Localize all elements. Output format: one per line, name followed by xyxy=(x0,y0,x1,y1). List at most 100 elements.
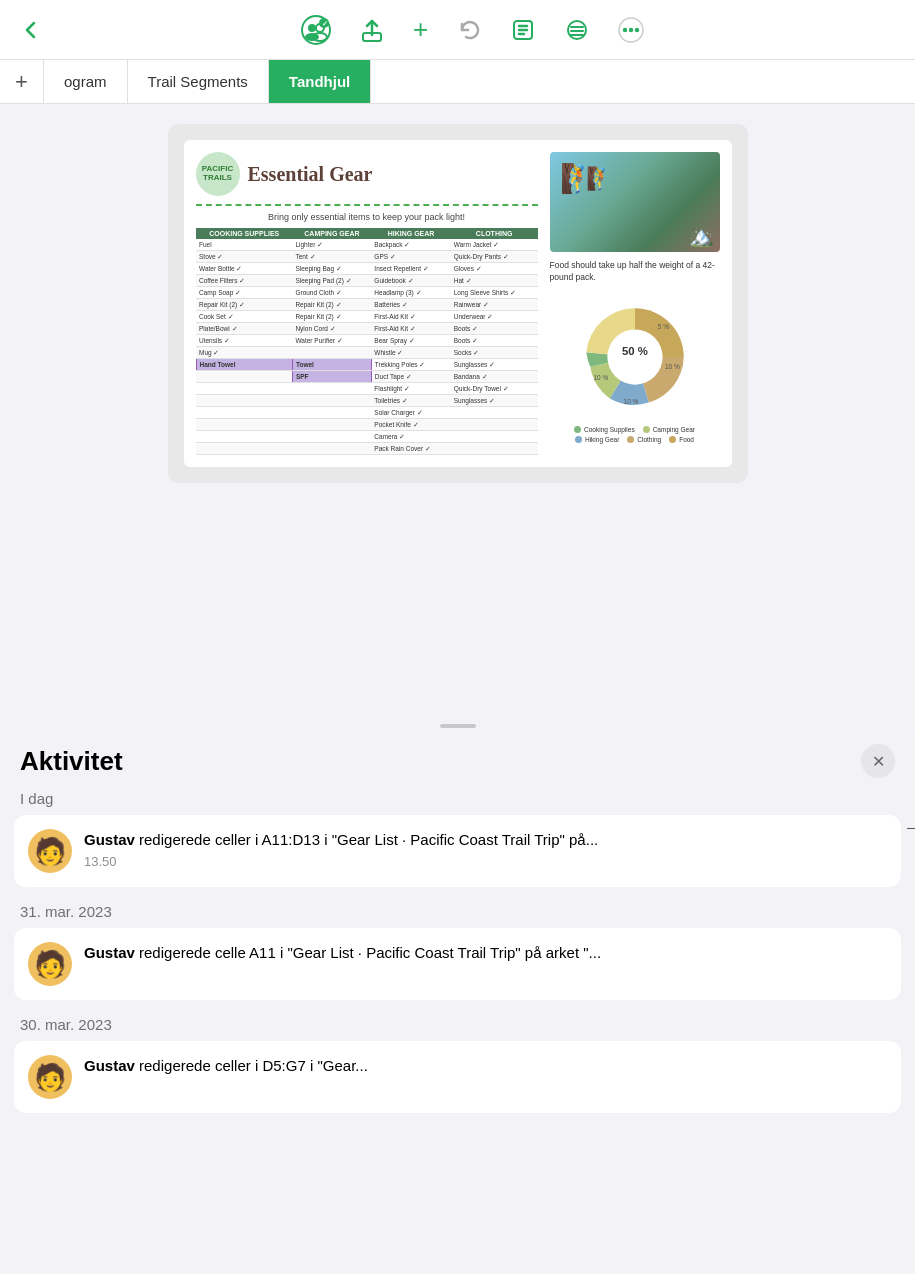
table-cell: Backpack ✓ xyxy=(371,239,450,251)
table-cell: Sleeping Bag ✓ xyxy=(292,263,371,275)
activity-text-1: Gustav redigerede celler i A11:D13 i "Ge… xyxy=(84,829,875,871)
table-cell: Water Purifier ✓ xyxy=(292,335,371,347)
search-button[interactable] xyxy=(560,13,594,47)
time-1: 13.50 xyxy=(84,853,875,871)
tab-tandhjul[interactable]: Tandhjul xyxy=(269,60,371,103)
user-3: Gustav xyxy=(84,1057,135,1074)
table-cell: Long Sleeve Shirts ✓ xyxy=(451,287,538,299)
table-cell xyxy=(292,443,371,455)
table-row: Camp Soap ✓Ground Cloth ✓Headlamp (3) ✓L… xyxy=(196,287,538,299)
table-cell: Toiletries ✓ xyxy=(371,395,450,407)
table-row: Pocket Knife ✓ xyxy=(196,419,538,431)
table-row: Stove ✓Tent ✓GPS ✓Quick-Dry Pants ✓ xyxy=(196,251,538,263)
table-cell: Whistle ✓ xyxy=(371,347,450,359)
tabs: + ogram Trail Segments Tandhjul xyxy=(0,60,915,104)
table-row: Plate/Bowl ✓Nylon Cord ✓First-Aid Kit ✓B… xyxy=(196,323,538,335)
pie-legend: Cooking SuppliesCamping GearHiking GearC… xyxy=(550,426,720,443)
share-button[interactable] xyxy=(355,13,389,47)
table-row: Hand TowelTowelTrekking Poles ✓Sunglasse… xyxy=(196,359,538,371)
table-cell: Insect Repellent ✓ xyxy=(371,263,450,275)
activity-header: Aktivitet ✕ xyxy=(0,728,915,786)
sheet-title: Essential Gear xyxy=(248,163,373,186)
table-cell: Pack Rain Cover ✓ xyxy=(371,443,450,455)
add-button[interactable]: + xyxy=(409,10,432,49)
sheet-right: 🧗 🧗 Food should take up half the weight … xyxy=(550,152,720,455)
back-button[interactable] xyxy=(16,15,46,45)
table-cell xyxy=(451,407,538,419)
table-cell xyxy=(292,347,371,359)
gear-table: COOKING SUPPLIES CAMPING GEAR HIKING GEA… xyxy=(196,228,538,455)
table-cell: Flashlight ✓ xyxy=(371,383,450,395)
table-cell: Stove ✓ xyxy=(196,251,292,263)
activity-text-3: Gustav redigerede celler i D5:G7 i "Gear… xyxy=(84,1055,887,1079)
table-cell: Coffee Filters ✓ xyxy=(196,275,292,287)
avatar-2: 🧑 xyxy=(28,942,72,986)
svg-text:10 %: 10 % xyxy=(623,398,638,405)
toolbar-center: ✓ + xyxy=(297,10,648,49)
annotate-button[interactable] xyxy=(506,13,540,47)
table-cell: Sunglasses ✓ xyxy=(451,359,538,371)
table-cell xyxy=(196,383,292,395)
tab-trail-segments[interactable]: Trail Segments xyxy=(128,60,269,103)
table-cell: Warm Jacket ✓ xyxy=(451,239,538,251)
table-cell xyxy=(196,419,292,431)
table-cell: Ground Cloth ✓ xyxy=(292,287,371,299)
table-cell: Solar Charger ✓ xyxy=(371,407,450,419)
activity-item-1[interactable]: 🧑 Gustav redigerede celler i A11:D13 i "… xyxy=(14,815,901,887)
table-row: Cook Set ✓Repair Kit (2) ✓First-Aid Kit … xyxy=(196,311,538,323)
table-cell: Towel xyxy=(292,359,371,371)
pie-container: 50 % 5 % 10 % 10 % 10 % Cooking Supplies… xyxy=(550,292,720,443)
svg-point-20 xyxy=(607,329,662,384)
table-row: Repair Kit (2) ✓Repair Kit (2) ✓Batterie… xyxy=(196,299,538,311)
table-cell xyxy=(451,443,538,455)
table-cell xyxy=(292,431,371,443)
legend-item: Food xyxy=(669,436,694,443)
table-cell: First-Aid Kit ✓ xyxy=(371,311,450,323)
table-cell xyxy=(451,419,538,431)
table-cell: Camp Soap ✓ xyxy=(196,287,292,299)
table-cell: Camera ✓ xyxy=(371,431,450,443)
activity-text-2: Gustav redigerede celle A11 i "Gear List… xyxy=(84,942,887,966)
table-cell xyxy=(196,443,292,455)
svg-text:5 %: 5 % xyxy=(657,322,668,329)
table-cell: Trekking Poles ✓ xyxy=(371,359,450,371)
legend-label: Cooking Supplies xyxy=(584,426,635,433)
add-tab-button[interactable]: + xyxy=(0,60,44,103)
close-activity-button[interactable]: ✕ xyxy=(861,744,895,778)
svg-point-16 xyxy=(623,27,627,31)
table-cell: Mug ✓ xyxy=(196,347,292,359)
toolbar-left xyxy=(16,15,46,45)
table-cell: Bear Spray ✓ xyxy=(371,335,450,347)
tab-program[interactable]: ogram xyxy=(44,60,128,103)
tooltip: Tryk for at markere ændringer. xyxy=(907,809,915,848)
table-cell: Gloves ✓ xyxy=(451,263,538,275)
sheet-header: PACIFICTRAILS Essential Gear xyxy=(196,152,538,196)
more-button[interactable] xyxy=(614,13,648,47)
table-cell xyxy=(292,383,371,395)
activity-item-2[interactable]: 🧑 Gustav redigerede celle A11 i "Gear Li… xyxy=(14,928,901,1000)
collab-button[interactable]: ✓ xyxy=(297,11,335,49)
table-row: Camera ✓ xyxy=(196,431,538,443)
col-cooking: COOKING SUPPLIES xyxy=(196,228,292,239)
table-cell: Sleeping Pad (2) ✓ xyxy=(292,275,371,287)
legend-dot xyxy=(574,426,581,433)
legend-dot xyxy=(627,436,634,443)
col-clothing: CLOTHING xyxy=(451,228,538,239)
table-cell: Boots ✓ xyxy=(451,323,538,335)
undo-button[interactable] xyxy=(452,13,486,47)
activity-panel: Aktivitet ✕ I dag 🧑 Gustav redigerede ce… xyxy=(0,724,915,1113)
pie-chart: 50 % 5 % 10 % 10 % 10 % xyxy=(570,292,700,422)
table-cell: Lighter ✓ xyxy=(292,239,371,251)
table-cell: Fuel xyxy=(196,239,292,251)
table-cell xyxy=(292,395,371,407)
toolbar: ✓ + xyxy=(0,0,915,60)
table-cell: Quick-Dry Pants ✓ xyxy=(451,251,538,263)
activity-item-3[interactable]: 🧑 Gustav redigerede celler i D5:G7 i "Ge… xyxy=(14,1041,901,1113)
svg-point-1 xyxy=(308,24,316,32)
action-1: redigerede celler i A11:D13 i "Gear List… xyxy=(139,831,598,848)
avatar-1: 🧑 xyxy=(28,829,72,873)
col-hiking: HIKING GEAR xyxy=(371,228,450,239)
action-3: redigerede celler i D5:G7 i "Gear... xyxy=(139,1057,368,1074)
table-row: Flashlight ✓Quick-Dry Towel ✓ xyxy=(196,383,538,395)
sheet-card: PACIFICTRAILS Essential Gear Bring only … xyxy=(168,124,748,483)
